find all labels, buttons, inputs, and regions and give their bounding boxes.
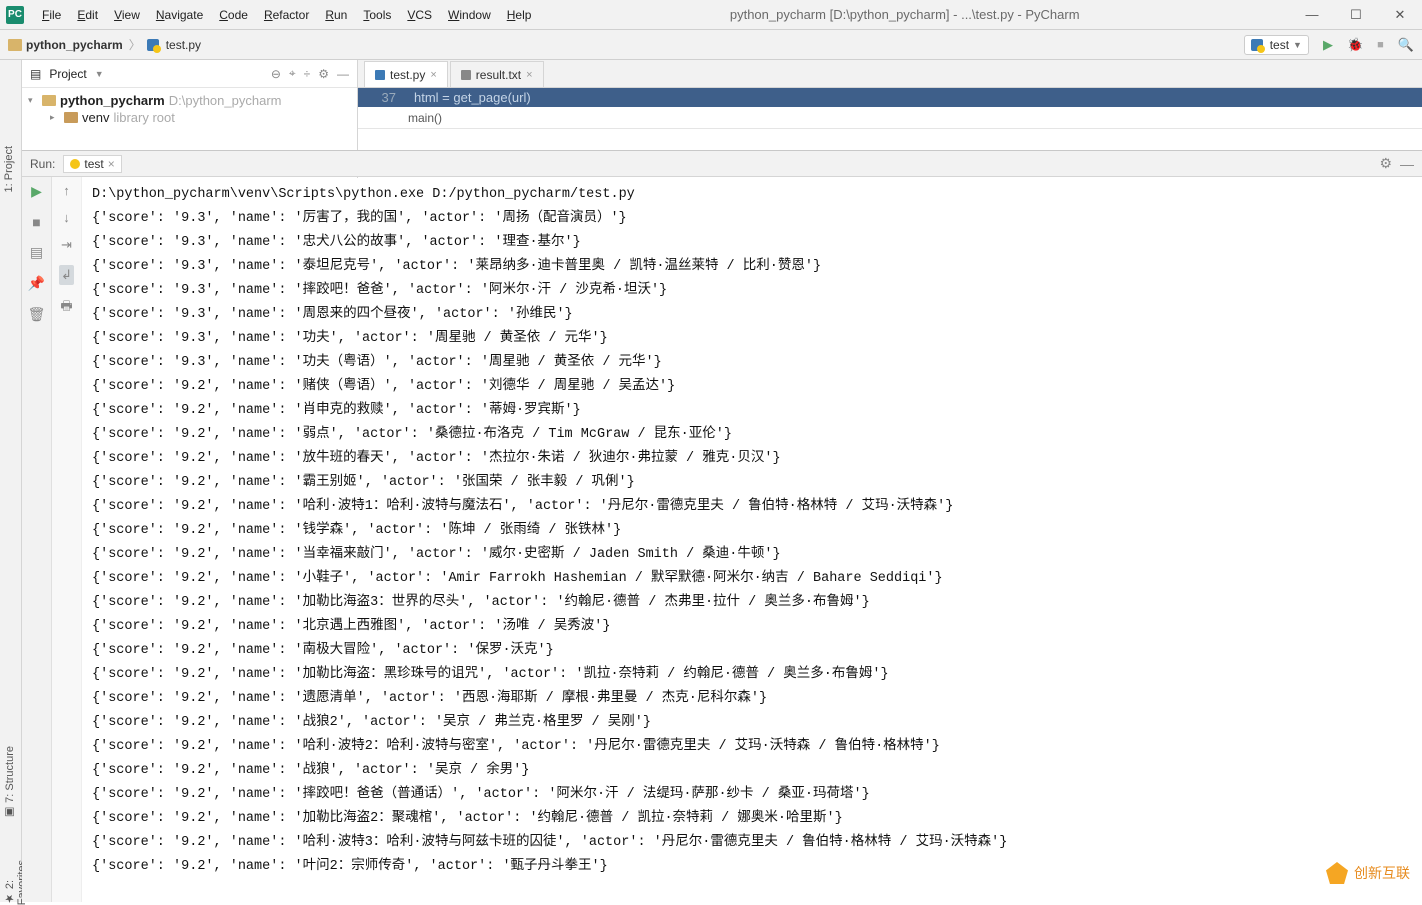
tab-label: result.txt — [476, 68, 521, 82]
hide-icon[interactable]: — — [337, 67, 349, 81]
project-title[interactable]: Project — [49, 67, 86, 81]
run-toolbar-primary: ▶ ■ ▤ 📌 🗑 — [22, 177, 52, 902]
editor-crumb: main() — [408, 111, 442, 125]
folder-icon — [8, 39, 22, 51]
menu-refactor[interactable]: Refactor — [256, 4, 317, 26]
down-icon[interactable]: ↓ — [63, 210, 70, 225]
chevron-down-icon: ▼ — [1293, 40, 1302, 50]
pin-button[interactable]: 📌 — [28, 275, 45, 292]
python-file-icon — [375, 70, 385, 80]
editor-breadcrumb[interactable]: main() — [358, 107, 1422, 129]
rerun-button[interactable]: ▶ — [31, 183, 42, 200]
target-icon[interactable]: ⌖ — [289, 66, 296, 81]
breadcrumb-sep: 〉 — [129, 36, 141, 53]
trash-button[interactable]: 🗑 — [28, 306, 46, 323]
menu-window[interactable]: Window — [440, 4, 499, 26]
tree-child-name: venv — [82, 110, 109, 125]
project-tool-tab[interactable]: 1: Project — [3, 146, 15, 192]
tab-label: test.py — [390, 68, 425, 82]
layout-button[interactable]: ▤ — [30, 244, 43, 261]
toolbar-actions: ▶ 🐞 ■ 🔍 — [1323, 37, 1414, 53]
tree-root-name: python_pycharm — [60, 93, 165, 108]
editor-tab-result-txt[interactable]: result.txt × — [450, 61, 544, 87]
editor-code-line[interactable]: 37 html = get_page(url) — [358, 88, 1422, 107]
maximize-button[interactable]: ☐ — [1334, 0, 1378, 30]
menu-navigate[interactable]: Navigate — [148, 4, 211, 26]
code-text: html = get_page(url) — [414, 90, 531, 105]
python-file-icon — [147, 39, 159, 51]
tree-root-path: D:\python_pycharm — [169, 93, 282, 108]
run-config-name: test — [1270, 38, 1289, 52]
watermark-logo-icon — [1326, 862, 1348, 884]
run-tab-name: test — [84, 157, 103, 171]
search-button[interactable]: 🔍 — [1398, 37, 1414, 53]
menu-bar: PC FileEditViewNavigateCodeRefactorRunTo… — [0, 0, 1422, 30]
editor-tab-test-py[interactable]: test.py × — [364, 61, 448, 87]
editor-tabs: test.py × result.txt × — [358, 60, 1422, 88]
divide-icon[interactable]: ÷ — [304, 67, 311, 81]
breadcrumb: python_pycharm 〉 test.py — [8, 36, 1244, 53]
menu-vcs[interactable]: VCS — [399, 4, 440, 26]
run-toolbar-secondary: ↑ ↓ ⇥ ↲ 🖶 — [52, 177, 82, 902]
run-label: Run: — [30, 157, 55, 171]
chevron-down-icon[interactable]: ▾ — [28, 95, 38, 106]
breadcrumb-file[interactable]: test.py — [166, 38, 201, 52]
up-icon[interactable]: ↑ — [63, 183, 70, 198]
watermark-text: 创新互联 — [1354, 863, 1410, 883]
tree-child-hint: library root — [113, 110, 174, 125]
text-file-icon — [461, 70, 471, 80]
gear-icon[interactable]: ⚙ — [1379, 155, 1392, 172]
breadcrumb-root[interactable]: python_pycharm — [26, 38, 123, 52]
console-output[interactable]: D:\python_pycharm\venv\Scripts\python.ex… — [82, 177, 1422, 902]
stop-button[interactable]: ■ — [1377, 39, 1384, 51]
hide-icon[interactable]: — — [1400, 156, 1414, 172]
run-tool-window: Run: test × ⚙ — ▶ ■ ▤ 📌 🗑 ↑ ↓ ⇥ ↲ 🖶 D:\p… — [22, 150, 1422, 902]
tree-root[interactable]: ▾ python_pycharm D:\python_pycharm — [28, 92, 351, 109]
softwrap-icon[interactable]: ↲ — [59, 265, 74, 285]
menu-file[interactable]: File — [34, 4, 69, 26]
app-icon: PC — [6, 6, 24, 24]
menu-help[interactable]: Help — [499, 4, 540, 26]
window-title: python_pycharm [D:\python_pycharm] - ...… — [539, 7, 1290, 22]
run-config-selector[interactable]: test ▼ — [1244, 35, 1309, 55]
project-header: ▤ Project ▼ ⊖ ⌖ ÷ ⚙ — — [22, 60, 357, 88]
tree-child[interactable]: ▸ venv library root — [28, 109, 351, 126]
python-run-icon — [70, 159, 80, 169]
wrap-icon[interactable]: ⇥ — [61, 237, 72, 253]
run-tab[interactable]: test × — [63, 155, 121, 173]
stop-button[interactable]: ■ — [32, 214, 40, 230]
python-file-icon — [1251, 39, 1263, 51]
collapse-icon[interactable]: ⊖ — [271, 67, 281, 81]
close-icon[interactable]: × — [526, 69, 532, 81]
menu-run[interactable]: Run — [317, 4, 355, 26]
close-icon[interactable]: × — [430, 69, 436, 81]
menu-code[interactable]: Code — [211, 4, 256, 26]
window-controls: — ☐ ✕ — [1290, 0, 1422, 30]
folder-icon — [42, 95, 56, 106]
project-tree[interactable]: ▾ python_pycharm D:\python_pycharm ▸ ven… — [22, 88, 357, 130]
menu-view[interactable]: View — [106, 4, 148, 26]
line-number: 37 — [364, 90, 414, 105]
project-view-icon: ▤ — [30, 67, 41, 81]
chevron-down-icon[interactable]: ▼ — [95, 69, 104, 79]
menu-tools[interactable]: Tools — [355, 4, 399, 26]
nav-bar: python_pycharm 〉 test.py test ▼ ▶ 🐞 ■ 🔍 — [0, 30, 1422, 60]
debug-button[interactable]: 🐞 — [1347, 37, 1363, 53]
watermark: 创新互联 — [1326, 862, 1410, 884]
structure-tool-tab[interactable]: ▣ 7: Structure — [3, 746, 16, 819]
print-icon[interactable]: 🖶 — [60, 297, 72, 319]
close-icon[interactable]: × — [108, 157, 115, 171]
chevron-right-icon[interactable]: ▸ — [50, 112, 60, 123]
run-button[interactable]: ▶ — [1323, 37, 1333, 53]
close-button[interactable]: ✕ — [1378, 0, 1422, 30]
run-header: Run: test × ⚙ — — [22, 151, 1422, 177]
menu-edit[interactable]: Edit — [69, 4, 106, 26]
left-tool-gutter: 1: Project ▣ 7: Structure ★ 2: Favorites — [0, 60, 22, 902]
folder-icon — [64, 112, 78, 123]
minimize-button[interactable]: — — [1290, 0, 1334, 30]
gear-icon[interactable]: ⚙ — [318, 67, 329, 81]
